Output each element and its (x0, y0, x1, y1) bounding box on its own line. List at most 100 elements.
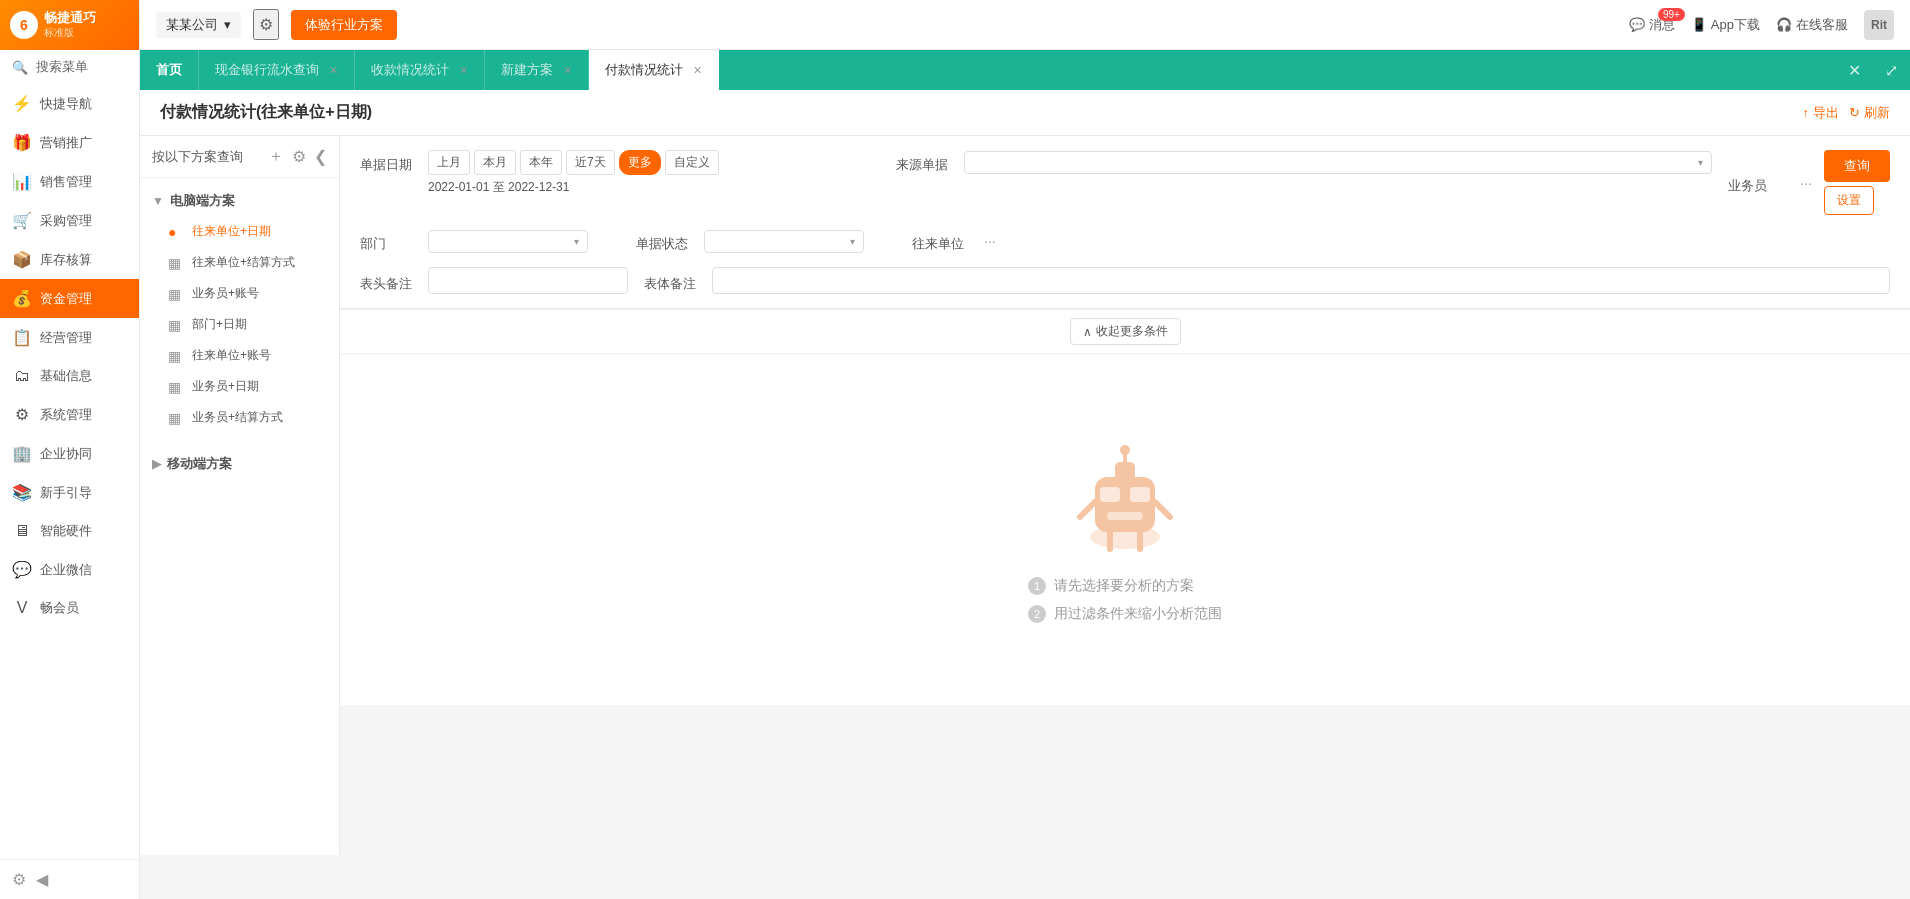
filter-row-2: 部门 ▾ 单据状态 ▾ (360, 229, 1890, 253)
salesman-select-btn[interactable]: ··· (1796, 175, 1816, 191)
sidebar-item-label: 经营管理 (40, 329, 92, 347)
tab-close-window[interactable]: ✕ (1836, 50, 1873, 90)
sidebar-item-member[interactable]: V 畅会员 (0, 589, 139, 627)
status-filter-group: 单据状态 ▾ (636, 229, 896, 253)
tab-close-new-plan[interactable]: ✕ (563, 64, 572, 77)
panel-section-desktop: ▼ 电脑端方案 ● 往来单位+日期 ▦ 往来单位+结算方式 ▦ 业务员+账号 (140, 178, 339, 441)
panel-item-unit-date[interactable]: ● 往来单位+日期 (140, 216, 339, 247)
basic-icon: 🗂 (12, 367, 32, 385)
refresh-button[interactable]: ↻ 刷新 (1849, 104, 1890, 122)
header-actions: 💬 消息 99+ 📱 App下载 🎧 在线客服 Rit (1629, 10, 1894, 40)
footer-settings-btn[interactable]: ⚙ (12, 870, 26, 889)
panel-item-salesman-date[interactable]: ▦ 业务员+日期 (140, 371, 339, 402)
sidebar-item-sales[interactable]: 📊 销售管理 (0, 162, 139, 201)
user-avatar[interactable]: Rit (1864, 10, 1894, 40)
panel-item-label: 业务员+结算方式 (192, 409, 283, 426)
collapse-button[interactable]: ∧ 收起更多条件 (1070, 318, 1181, 345)
export-icon: ↑ (1803, 105, 1810, 120)
sidebar-item-wechat[interactable]: 💬 企业微信 (0, 550, 139, 589)
message-btn[interactable]: 💬 消息 99+ (1629, 16, 1675, 34)
sidebar-item-label: 销售管理 (40, 173, 92, 191)
company-selector[interactable]: 某某公司 ▾ (156, 12, 241, 38)
sidebar-item-enterprise[interactable]: 🏢 企业协同 (0, 434, 139, 473)
date-btn-custom[interactable]: 自定义 (665, 150, 719, 175)
header-note-group: 表头备注 (360, 267, 628, 294)
panel-item-salesman-settle[interactable]: ▦ 业务员+结算方式 (140, 402, 339, 433)
panel-item-salesman-account[interactable]: ▦ 业务员+账号 (140, 278, 339, 309)
query-button[interactable]: 查询 (1824, 150, 1890, 182)
member-icon: V (12, 599, 32, 617)
sidebar-item-quick-nav[interactable]: ⚡ 快捷导航 (0, 84, 139, 123)
left-panel: 按以下方案查询 ＋ ⚙ ❮ ▼ 电脑端方案 ● 往来单位+日期 ▦ (140, 136, 340, 855)
export-button[interactable]: ↑ 导出 (1803, 104, 1840, 122)
tab-new-plan[interactable]: 新建方案 ✕ (485, 50, 589, 90)
panel-item-label: 往来单位+账号 (192, 347, 271, 364)
panel-settings-btn[interactable]: ⚙ (292, 147, 306, 166)
tab-bank-flow[interactable]: 现金银行流水查询 ✕ (199, 50, 355, 90)
status-chevron-icon: ▾ (850, 236, 855, 247)
body-note-input[interactable] (712, 267, 1890, 294)
empty-svg-icon (1065, 437, 1185, 557)
trial-button[interactable]: 体验行业方案 (291, 10, 397, 40)
sidebar-item-hardware[interactable]: 🖥 智能硬件 (0, 512, 139, 550)
panel-item-unit-settle[interactable]: ▦ 往来单位+结算方式 (140, 247, 339, 278)
sidebar-item-label: 营销推广 (40, 134, 92, 152)
sidebar-header: 6 畅捷通巧 标准版 (0, 0, 139, 50)
tab-maximize-window[interactable]: ⤢ (1873, 50, 1910, 90)
sidebar-item-purchase[interactable]: 🛒 采购管理 (0, 201, 139, 240)
tab-receipt-stat[interactable]: 收款情况统计 ✕ (355, 50, 485, 90)
panel-item-dept-date[interactable]: ▦ 部门+日期 (140, 309, 339, 340)
footer-collapse-btn[interactable]: ◀ (36, 870, 48, 889)
date-btn-this-month[interactable]: 本月 (474, 150, 516, 175)
header-note-input[interactable] (428, 267, 628, 294)
app-download-btn[interactable]: 📱 App下载 (1691, 16, 1760, 34)
page-header: 付款情况统计(往来单位+日期) ↑ 导出 ↻ 刷新 (140, 90, 1910, 136)
sidebar-item-inventory[interactable]: 📦 库存核算 (0, 240, 139, 279)
dept-label: 部门 (360, 229, 420, 253)
search-icon: 🔍 (12, 60, 28, 75)
operation-icon: 📋 (12, 328, 32, 347)
date-btn-7days[interactable]: 近7天 (566, 150, 615, 175)
panel-section-header-desktop[interactable]: ▼ 电脑端方案 (140, 186, 339, 216)
collapse-icon: ∧ (1083, 325, 1092, 339)
salesman-label: 业务员 (1728, 171, 1788, 195)
svg-point-7 (1120, 445, 1130, 455)
source-dropdown[interactable]: ▾ (964, 151, 1712, 174)
dept-dropdown[interactable]: ▾ (428, 230, 588, 253)
service-btn[interactable]: 🎧 在线客服 (1776, 16, 1848, 34)
status-dropdown[interactable]: ▾ (704, 230, 864, 253)
panel-item-icon-unit-date: ● (168, 224, 184, 240)
panel-item-icon-salesman-date: ▦ (168, 379, 184, 395)
panel-collapse-btn[interactable]: ❮ (314, 147, 327, 166)
panel-item-unit-account[interactable]: ▦ 往来单位+账号 (140, 340, 339, 371)
sidebar-item-guide[interactable]: 📚 新手引导 (0, 473, 139, 512)
unit-label: 往来单位 (912, 229, 972, 253)
date-btn-last-month[interactable]: 上月 (428, 150, 470, 175)
date-btn-more[interactable]: 更多 (619, 150, 661, 175)
purchase-icon: 🛒 (12, 211, 32, 230)
refresh-icon: ↻ (1849, 105, 1860, 120)
sidebar-item-system[interactable]: ⚙ 系统管理 (0, 395, 139, 434)
date-btn-this-year[interactable]: 本年 (520, 150, 562, 175)
tab-home[interactable]: 首页 (140, 50, 199, 90)
tab-payment-stat[interactable]: 付款情况统计 ✕ (589, 50, 719, 90)
sidebar-item-basic[interactable]: 🗂 基础信息 (0, 357, 139, 395)
filter-settings-button[interactable]: 设置 (1824, 186, 1874, 215)
sidebar-item-marketing[interactable]: 🎁 营销推广 (0, 123, 139, 162)
unit-filter-group: 往来单位 ··· (912, 229, 1890, 253)
sidebar-item-operation[interactable]: 📋 经营管理 (0, 318, 139, 357)
settings-button[interactable]: ⚙ (253, 9, 279, 40)
tab-close-receipt-stat[interactable]: ✕ (459, 64, 468, 77)
top-header: 某某公司 ▾ ⚙ 体验行业方案 💬 消息 99+ 📱 App下载 🎧 在线客服 … (140, 0, 1910, 50)
tab-close-bank-flow[interactable]: ✕ (329, 64, 338, 77)
sidebar-item-fund[interactable]: 💰 资金管理 (0, 279, 139, 318)
sidebar-item-label: 企业微信 (40, 561, 92, 579)
search-menu[interactable]: 🔍 搜索菜单 (0, 50, 139, 84)
service-icon: 🎧 (1776, 17, 1792, 32)
unit-select-btn[interactable]: ··· (980, 233, 1000, 249)
panel-section-label: 电脑端方案 (170, 192, 235, 210)
tab-close-payment-stat[interactable]: ✕ (693, 64, 702, 77)
panel-add-btn[interactable]: ＋ (268, 146, 284, 167)
sidebar-item-label: 系统管理 (40, 406, 92, 424)
panel-section-header-mobile[interactable]: ▶ 移动端方案 (140, 449, 339, 479)
